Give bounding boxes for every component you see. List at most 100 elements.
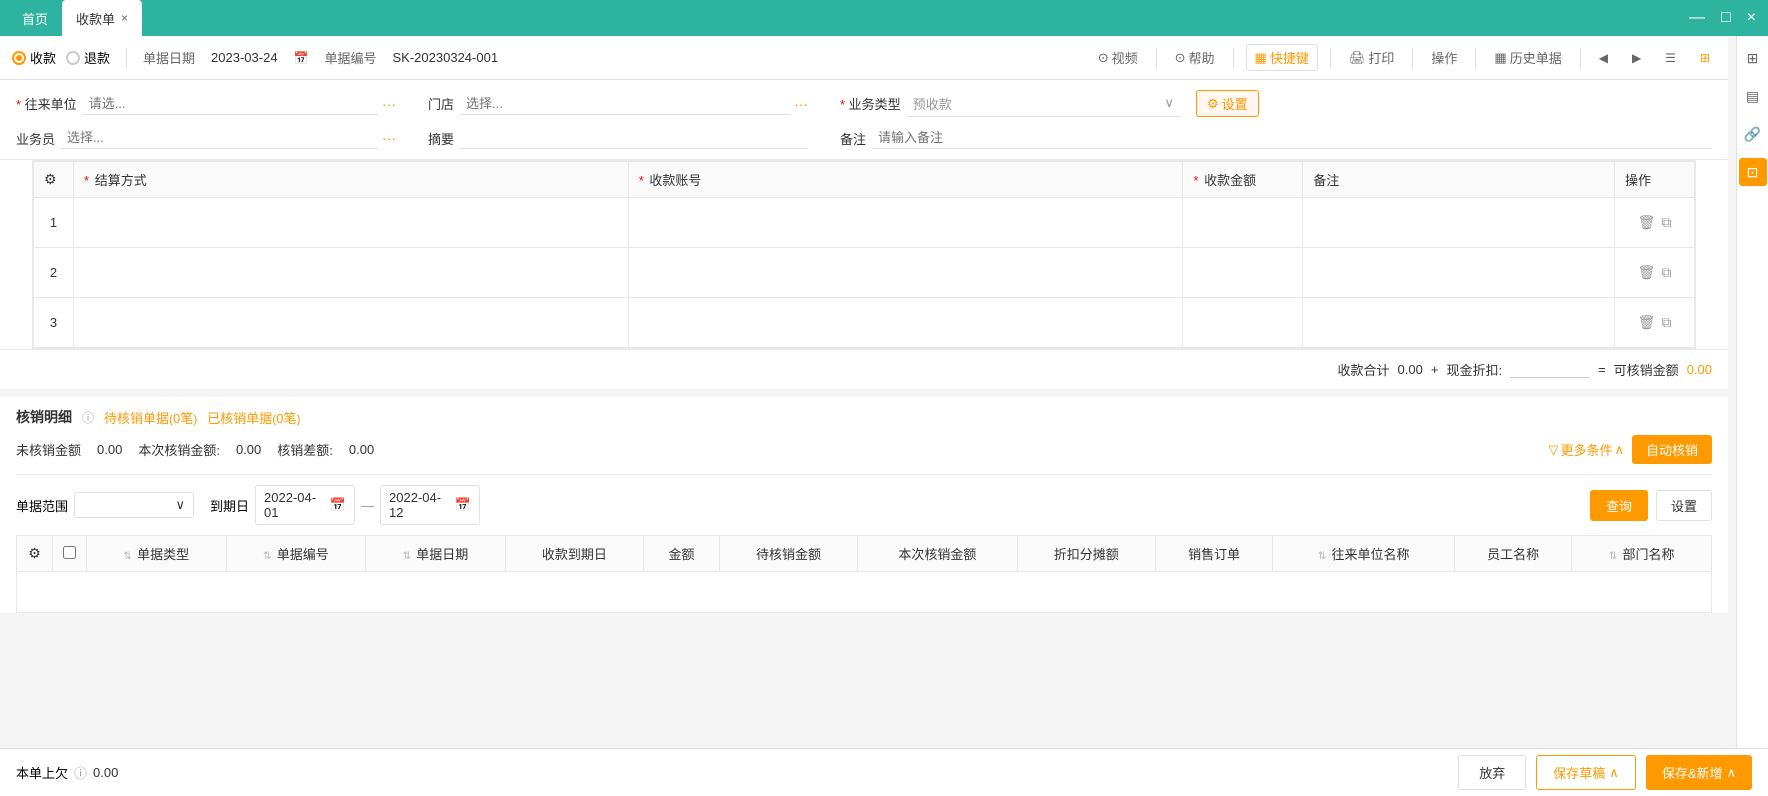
tab-receipt[interactable]: 收款单 ×	[62, 0, 142, 36]
bth-date: ⇅ 单据日期	[366, 536, 506, 572]
delete-row-1-icon[interactable]: 🗑	[1638, 214, 1656, 231]
shortcut-btn[interactable]: ▦ 快捷键	[1246, 44, 1318, 71]
row-idx-2: 2	[34, 248, 74, 298]
operation-btn[interactable]: 操作	[1425, 45, 1463, 70]
pending-bills-link[interactable]: 待核销单据(0笔)	[104, 408, 197, 427]
date-to-input[interactable]: 2022-04-12 📅	[380, 485, 480, 525]
prev-record-btn[interactable]: ◀	[1593, 48, 1614, 68]
business-type-select[interactable]: 预收款 ∨	[907, 91, 1180, 117]
done-bills-link[interactable]: 已核销单据(0笔)	[207, 408, 300, 427]
sidebar-list-icon[interactable]: ▤	[1739, 82, 1767, 110]
save-new-button[interactable]: 保存&新增 ∧	[1646, 755, 1752, 790]
tab-close-icon[interactable]: ×	[121, 11, 128, 25]
sidebar-attachment-icon[interactable]: 🔗	[1739, 120, 1767, 148]
save-new-chevron-icon: ∧	[1726, 765, 1736, 781]
row-settle-2[interactable]	[74, 248, 629, 298]
date-from-input[interactable]: 2022-04-01 📅	[255, 485, 355, 525]
select-all-checkbox[interactable]	[63, 546, 76, 559]
th-action: 操作	[1615, 162, 1695, 198]
th-remark: 备注	[1303, 162, 1615, 198]
history-btn[interactable]: ▦ 历史单据	[1488, 45, 1567, 70]
calendar-icon[interactable]: 📅	[294, 51, 309, 65]
save-draft-button[interactable]: 保存草稿 ∧	[1536, 755, 1636, 790]
counterparty-input[interactable]	[83, 93, 378, 115]
divider-4	[1330, 48, 1331, 68]
window-controls: — □ ×	[1685, 9, 1760, 27]
table-gear-icon[interactable]: ⚙	[44, 171, 57, 187]
video-btn[interactable]: ⊙ 视频	[1092, 45, 1144, 70]
sidebar-active-icon[interactable]: ⊡	[1739, 158, 1767, 186]
staff-more-icon[interactable]: ···	[382, 130, 396, 146]
row-idx-3: 3	[34, 298, 74, 348]
plus-sign: +	[1431, 362, 1439, 377]
form-row-2: 业务员 ··· 摘要 备注	[16, 127, 1712, 149]
row-amount-2[interactable]	[1183, 248, 1303, 298]
writeoff-settings-button[interactable]: 设置	[1656, 490, 1712, 521]
tab-bar: 首页 收款单 × — □ ×	[0, 0, 1768, 36]
row-account-2[interactable]	[628, 248, 1183, 298]
info-icon[interactable]: ⓘ	[82, 409, 94, 426]
number-value: SK-20230324-001	[393, 50, 499, 65]
date-separator: —	[361, 498, 374, 513]
date-value: 2023-03-24	[211, 50, 278, 65]
print-btn[interactable]: 🖨 打印	[1343, 45, 1401, 70]
copy-row-2-icon[interactable]: ⧉	[1661, 264, 1671, 281]
query-button[interactable]: 查询	[1590, 490, 1648, 521]
abandon-button[interactable]: 放弃	[1458, 755, 1526, 790]
range-chevron-icon: ∨	[176, 497, 186, 513]
copy-row-1-icon[interactable]: ⧉	[1661, 214, 1671, 231]
row-amount-1[interactable]	[1183, 198, 1303, 248]
bottom-gear-icon[interactable]: ⚙	[28, 545, 41, 561]
print-icon: 🖨	[1349, 50, 1366, 66]
delete-row-2-icon[interactable]: 🗑	[1638, 264, 1656, 281]
grid-view-btn[interactable]: ⊞	[1694, 48, 1716, 68]
maximize-button[interactable]: □	[1717, 9, 1735, 27]
bottom-table-area: ⚙ ⇅ 单据类型 ⇅ 单据编号	[16, 535, 1712, 613]
footer-spacer	[0, 613, 1728, 673]
auto-writeoff-button[interactable]: 自动核销	[1632, 435, 1712, 464]
row-account-1[interactable]	[628, 198, 1183, 248]
th-amount: * 收款金额	[1183, 162, 1303, 198]
sidebar-table-icon[interactable]: ⊞	[1739, 44, 1767, 72]
bth-setting: ⚙	[17, 536, 53, 572]
row-settle-1[interactable]	[74, 198, 629, 248]
bth-amount: 金额	[644, 536, 720, 572]
summary-input[interactable]	[460, 127, 808, 149]
divider-1	[126, 48, 127, 68]
discount-input[interactable]	[1510, 362, 1590, 378]
radio-receipt[interactable]: 收款	[12, 48, 56, 67]
table-row: 3 🗑 ⧉	[34, 298, 1695, 348]
row-amount-3[interactable]	[1183, 298, 1303, 348]
remark-field: 备注	[840, 127, 1712, 149]
row-account-3[interactable]	[628, 298, 1183, 348]
minimize-button[interactable]: —	[1685, 9, 1709, 27]
radio-refund-dot	[66, 51, 80, 65]
row-remark-2[interactable]	[1303, 248, 1615, 298]
tab-home[interactable]: 首页	[8, 0, 62, 36]
right-sidebar: ⊞ ▤ 🔗 ⊡	[1736, 36, 1768, 748]
remark-input[interactable]	[872, 127, 1712, 149]
copy-row-3-icon[interactable]: ⧉	[1661, 314, 1671, 331]
staff-input[interactable]	[61, 127, 378, 149]
divider-6	[1475, 48, 1476, 68]
store-input[interactable]	[460, 93, 790, 115]
range-select[interactable]: ∨	[74, 492, 194, 518]
tab-receipt-label: 收款单	[76, 9, 115, 28]
list-view-btn[interactable]: ☰	[1659, 48, 1682, 68]
row-remark-1[interactable]	[1303, 198, 1615, 248]
row-settle-3[interactable]	[74, 298, 629, 348]
radio-refund[interactable]: 退款	[66, 48, 110, 67]
form-area: 往来单位 ··· 门店 ··· 业务类型 预收款 ∨	[0, 80, 1728, 160]
counterparty-more-icon[interactable]: ···	[382, 96, 396, 112]
next-record-btn[interactable]: ▶	[1626, 48, 1647, 68]
store-more-icon[interactable]: ···	[794, 96, 808, 112]
row-remark-3[interactable]	[1303, 298, 1615, 348]
setting-button[interactable]: ⚙ 设置	[1196, 90, 1259, 117]
bth-checkbox	[53, 536, 87, 572]
window-close-button[interactable]: ×	[1743, 9, 1760, 27]
writeoff-section: 核销明细 ⓘ 待核销单据(0笔) 已核销单据(0笔) 未核销金额 0.00 本次…	[0, 397, 1728, 613]
help-btn[interactable]: ⊙ 帮助	[1169, 45, 1221, 70]
more-conditions-link[interactable]: ▽ 更多条件 ∧	[1548, 440, 1624, 459]
total-label: 收款合计	[1338, 360, 1390, 379]
delete-row-3-icon[interactable]: 🗑	[1638, 314, 1656, 331]
